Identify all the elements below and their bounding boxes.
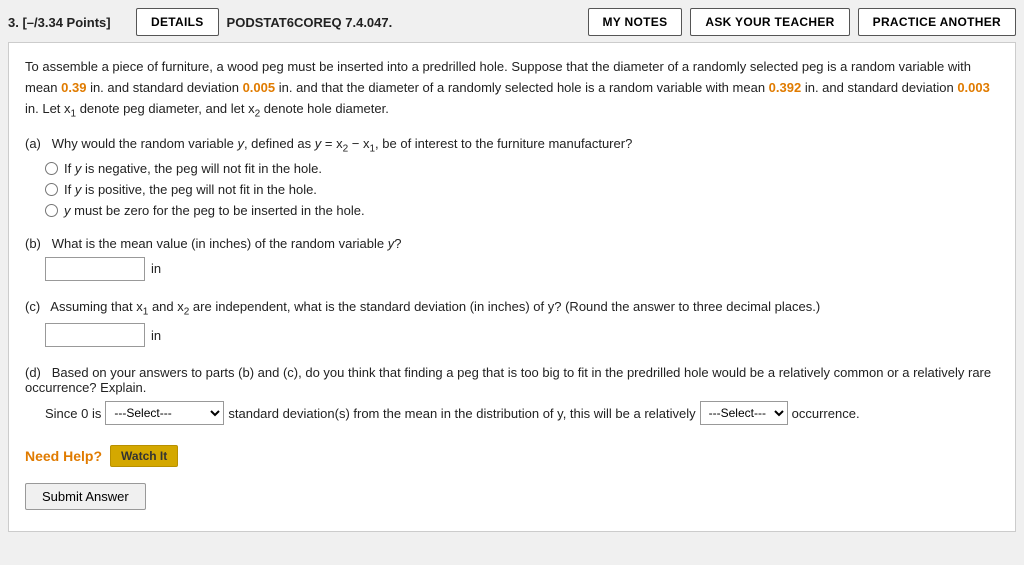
part-b: (b) What is the mean value (in inches) o… — [25, 236, 999, 281]
select-occurrence-dropdown[interactable]: ---Select--- common rare — [700, 401, 788, 425]
submit-answer-button[interactable]: Submit Answer — [25, 483, 146, 510]
content-area: To assemble a piece of furniture, a wood… — [8, 42, 1016, 532]
my-notes-button[interactable]: MY NOTES — [588, 8, 683, 36]
radio-input-3[interactable] — [45, 204, 58, 217]
watch-it-button[interactable]: Watch It — [110, 445, 178, 467]
ask-teacher-button[interactable]: ASK YOUR TEACHER — [690, 8, 849, 36]
intro-text7: in. Let x1 denote peg diameter, and let … — [25, 101, 389, 116]
sd-value-input[interactable] — [45, 323, 145, 347]
radio-input-2[interactable] — [45, 183, 58, 196]
header-bar: 3. [–/3.34 Points] DETAILS PODSTAT6COREQ… — [8, 8, 1016, 36]
practice-another-button[interactable]: PRACTICE ANOTHER — [858, 8, 1016, 36]
intro-text3: in. and standard deviation — [86, 80, 242, 95]
part-d: (d) Based on your answers to parts (b) a… — [25, 365, 999, 425]
since-text: Since 0 is — [45, 406, 101, 421]
radio-label-2: If y is positive, the peg will not fit i… — [64, 182, 317, 197]
need-help-label: Need Help? — [25, 448, 102, 464]
details-button[interactable]: DETAILS — [136, 8, 219, 36]
radio-label-3: y must be zero for the peg to be inserte… — [64, 203, 365, 218]
select-deviation-dropdown[interactable]: ---Select--- less than 1 between 1 and 2… — [105, 401, 224, 425]
part-c-input-row: in — [45, 323, 999, 347]
part-a-label: (a) Why would the random variable y, def… — [25, 136, 999, 155]
mean1-value: 0.39 — [61, 80, 86, 95]
part-b-input-row: in — [45, 257, 999, 281]
part-c-marker: (c) Assuming that x1 and x2 are independ… — [25, 299, 820, 314]
part-a-options: If y is negative, the peg will not fit i… — [45, 161, 999, 218]
end-text: occurrence. — [792, 406, 860, 421]
radio-label-1: If y is negative, the peg will not fit i… — [64, 161, 322, 176]
intro-paragraph: To assemble a piece of furniture, a wood… — [25, 57, 999, 122]
part-c-label: (c) Assuming that x1 and x2 are independ… — [25, 299, 999, 318]
radio-option-1: If y is negative, the peg will not fit i… — [45, 161, 999, 176]
sd1-value: 0.005 — [243, 80, 276, 95]
sd2-value: 0.003 — [957, 80, 990, 95]
need-help-row: Need Help? Watch It — [25, 445, 999, 467]
intro-text4: in. and that the diameter of a randomly … — [275, 80, 769, 95]
points-label: 3. [–/3.34 Points] — [8, 15, 128, 30]
since-row: Since 0 is ---Select--- less than 1 betw… — [45, 401, 999, 425]
part-a-marker: (a) Why would the random variable y, def… — [25, 136, 632, 151]
part-d-label: (d) Based on your answers to parts (b) a… — [25, 365, 999, 395]
part-b-label: (b) What is the mean value (in inches) o… — [25, 236, 999, 251]
part-d-marker: (d) Based on your answers to parts (b) a… — [25, 365, 991, 395]
mean2-value: 0.392 — [769, 80, 802, 95]
mean-unit-label: in — [151, 261, 161, 276]
radio-option-2: If y is positive, the peg will not fit i… — [45, 182, 999, 197]
sd-unit-label: in — [151, 328, 161, 343]
intro-text5: in. and standard deviation — [801, 80, 957, 95]
radio-input-1[interactable] — [45, 162, 58, 175]
radio-option-3: y must be zero for the peg to be inserte… — [45, 203, 999, 218]
submit-row: Submit Answer — [25, 483, 999, 510]
problem-id: PODSTAT6COREQ 7.4.047. — [227, 15, 393, 30]
mean-value-input[interactable] — [45, 257, 145, 281]
middle-text: standard deviation(s) from the mean in t… — [228, 406, 695, 421]
part-c: (c) Assuming that x1 and x2 are independ… — [25, 299, 999, 348]
part-a: (a) Why would the random variable y, def… — [25, 136, 999, 218]
part-b-marker: (b) What is the mean value (in inches) o… — [25, 236, 401, 251]
